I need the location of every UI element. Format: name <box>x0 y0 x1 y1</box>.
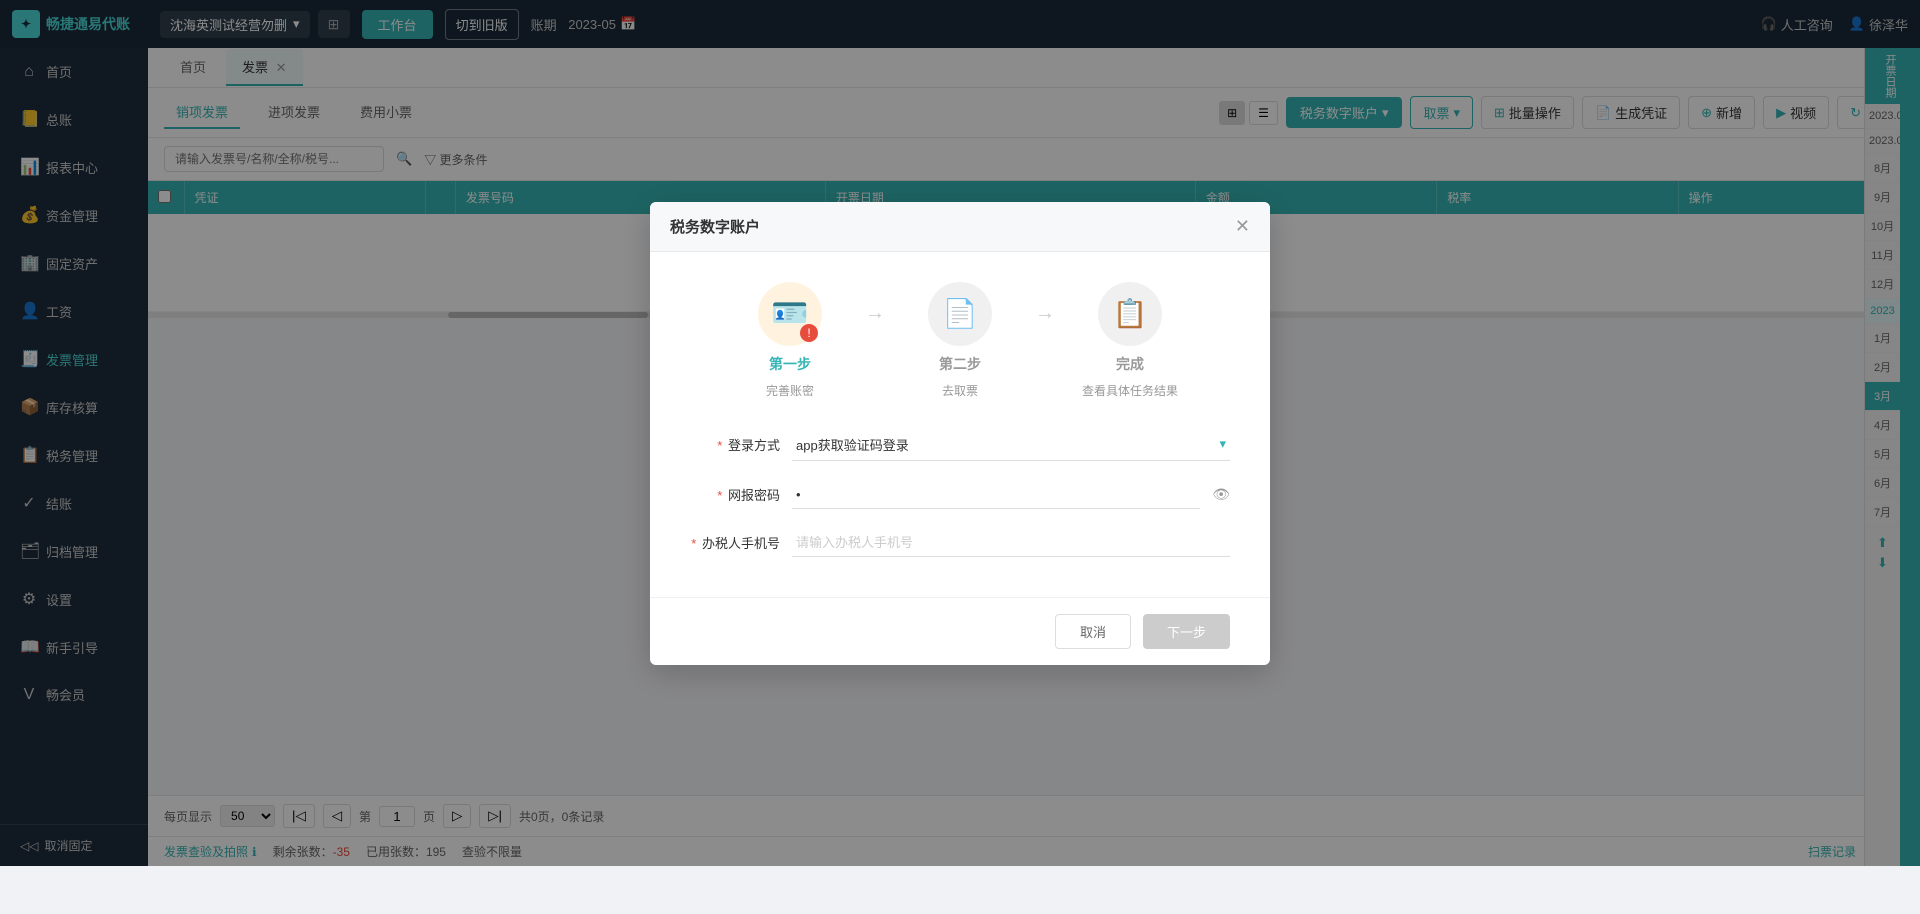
tax-digital-modal: 税务数字账户 ✕ 🪪 ! 第一步 完善账密 → <box>650 202 1270 665</box>
phone-row: * 办税人手机号 <box>690 529 1230 557</box>
step-2-label: 第二步 <box>939 354 981 374</box>
step-2-desc: 去取票 <box>942 382 978 399</box>
step-3-icon: 📋 <box>1098 282 1162 346</box>
step-1: 🪪 ! 第一步 完善账密 <box>725 282 855 399</box>
step-arrow-2: → <box>1025 282 1065 325</box>
modal-overlay[interactable]: 税务数字账户 ✕ 🪪 ! 第一步 完善账密 → <box>0 0 1920 866</box>
step-arrow-1: → <box>855 282 895 325</box>
password-input[interactable] <box>792 481 1200 509</box>
step-3: 📋 完成 查看具体任务结果 <box>1065 282 1195 399</box>
step-1-label: 第一步 <box>769 354 811 374</box>
login-method-select[interactable]: app获取验证码登录 ▾ <box>792 429 1230 461</box>
login-method-row: * 登录方式 app获取验证码登录 ▾ <box>690 429 1230 461</box>
password-row: * 网报密码 👁 <box>690 481 1230 509</box>
modal-close-button[interactable]: ✕ <box>1235 217 1250 235</box>
eye-toggle-icon[interactable]: 👁 <box>1212 486 1230 503</box>
step-1-icon: 🪪 ! <box>758 282 822 346</box>
step-3-desc: 查看具体任务结果 <box>1082 382 1178 399</box>
modal-cancel-button[interactable]: 取消 <box>1055 614 1131 649</box>
phone-label: * 办税人手机号 <box>690 533 780 552</box>
step-1-badge: ! <box>800 324 818 342</box>
step-2-icon: 📄 <box>928 282 992 346</box>
login-method-dropdown-icon: ▾ <box>1219 436 1226 452</box>
password-label: * 网报密码 <box>690 485 780 504</box>
modal-next-button[interactable]: 下一步 <box>1143 614 1230 649</box>
step-2: 📄 第二步 去取票 <box>895 282 1025 399</box>
modal-title: 税务数字账户 <box>670 216 760 237</box>
modal-footer: 取消 下一步 <box>650 597 1270 665</box>
phone-input[interactable] <box>792 529 1230 557</box>
step-1-desc: 完善账密 <box>766 382 814 399</box>
step-3-label: 完成 <box>1116 354 1144 374</box>
steps-row: 🪪 ! 第一步 完善账密 → 📄 第二步 去取票 → <box>690 282 1230 399</box>
modal-body: 🪪 ! 第一步 完善账密 → 📄 第二步 去取票 → <box>650 252 1270 597</box>
modal-header: 税务数字账户 ✕ <box>650 202 1270 252</box>
login-method-label: * 登录方式 <box>690 435 780 454</box>
